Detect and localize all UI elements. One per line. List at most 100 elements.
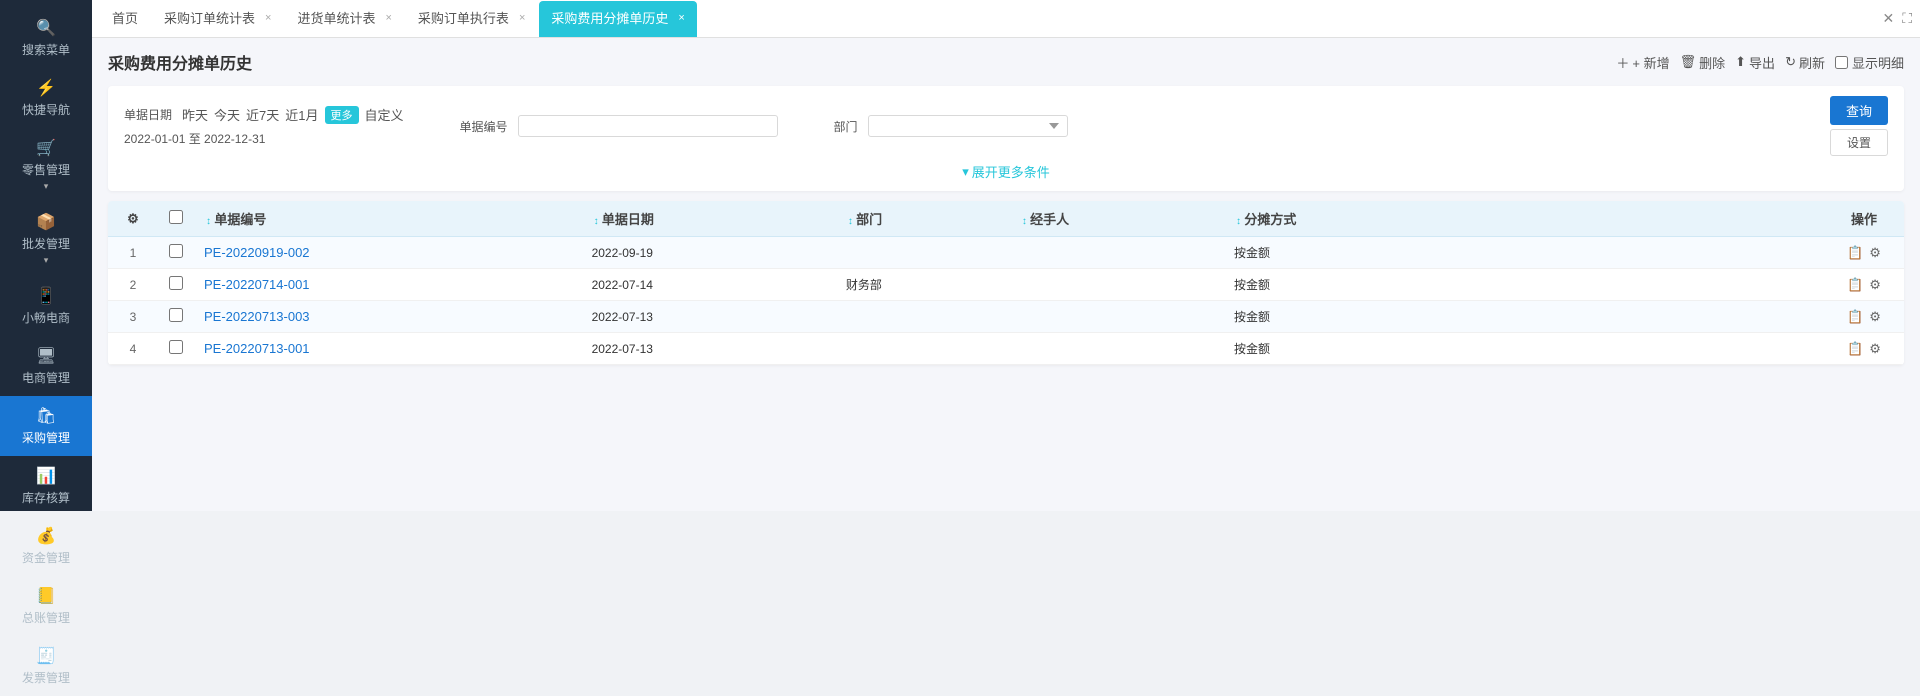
col-header-doc-no: ↕ 单据编号 — [194, 201, 582, 237]
sidebar-item-purchase[interactable]: 🛍 采购管理 — [0, 396, 92, 456]
row-checkbox[interactable] — [169, 340, 183, 354]
refresh-button[interactable]: ↻ 刷新 — [1785, 53, 1825, 72]
shortcut-more[interactable]: 更多 — [325, 106, 359, 124]
setting-button[interactable]: 设置 — [1830, 129, 1888, 156]
shortcut-7days[interactable]: 近7天 — [246, 105, 279, 124]
close-icon[interactable]: × — [265, 12, 271, 24]
doc-no-input[interactable] — [518, 115, 778, 137]
row-checkbox[interactable] — [169, 276, 183, 290]
doc-no-filter-group: 单据编号 — [460, 115, 778, 137]
row-seq: 3 — [108, 301, 158, 333]
more-icon[interactable]: ⚙ — [1869, 277, 1881, 293]
sort-icon[interactable]: ↕ — [848, 216, 853, 227]
doc-no-link[interactable]: PE-20220713-001 — [204, 341, 310, 356]
purchase-icon: 🛍 — [36, 406, 56, 426]
export-button[interactable]: ⬆ 导出 — [1735, 53, 1775, 72]
row-split-method: 按金额 — [1224, 333, 1824, 365]
shortcut-today[interactable]: 今天 — [214, 105, 240, 124]
doc-no-link[interactable]: PE-20220713-003 — [204, 309, 310, 324]
sidebar-item-ecommerce[interactable]: 🖥 电商管理 — [0, 336, 92, 396]
gear-icon[interactable]: ⚙ — [127, 211, 139, 226]
row-doc-no: PE-20220713-003 — [194, 301, 582, 333]
filter-row-1: 单据日期 昨天 今天 近7天 近1月 更多 自定义 2022-01-01 至 2… — [124, 96, 1888, 156]
show-detail-label: 显示明细 — [1852, 53, 1904, 72]
show-detail-checkbox[interactable]: 显示明细 — [1835, 53, 1904, 72]
view-icon[interactable]: 📋 — [1847, 277, 1863, 293]
tab-home[interactable]: 首页 — [100, 1, 150, 37]
more-icon[interactable]: ⚙ — [1869, 245, 1881, 261]
invoice-icon: 🧾 — [36, 646, 56, 666]
sort-icon[interactable]: ↕ — [1236, 216, 1241, 227]
more-icon[interactable]: ⚙ — [1869, 341, 1881, 357]
close-icon[interactable]: × — [678, 12, 684, 24]
sidebar-item-quicknav[interactable]: ⚡ 快捷导航 — [0, 68, 92, 128]
tab-purchase-instock-stats[interactable]: 进货单统计表 × — [285, 1, 403, 37]
close-icon[interactable]: × — [519, 12, 525, 24]
date-filter-group: 单据日期 昨天 今天 近7天 近1月 更多 自定义 2022-01-01 至 2… — [124, 105, 404, 147]
wholesale-icon: 📦 — [36, 212, 56, 232]
row-checkbox[interactable] — [169, 244, 183, 258]
sort-icon[interactable]: ↕ — [1022, 216, 1027, 227]
row-handler — [1010, 333, 1224, 365]
row-seq: 4 — [108, 333, 158, 365]
more-icon[interactable]: ⚙ — [1869, 309, 1881, 325]
sidebar-item-ledger[interactable]: 📒 总账管理 — [0, 576, 92, 636]
table-body: 1 PE-20220919-002 2022-09-19 按金额 📋 ⚙ 2 — [108, 237, 1904, 365]
show-detail-input[interactable] — [1835, 56, 1848, 69]
query-button[interactable]: 查询 — [1830, 96, 1888, 125]
sidebar-item-wholesale[interactable]: 📦 批发管理 ▾ — [0, 202, 92, 276]
finance-icon: 💰 — [36, 526, 56, 546]
row-dept — [836, 237, 1010, 269]
tab-purchase-order-stats[interactable]: 采购订单统计表 × — [152, 1, 283, 37]
row-action: 📋 ⚙ — [1824, 333, 1904, 365]
sidebar-item-label: 采购管理 — [22, 429, 70, 446]
sidebar-item-label: 库存核算 — [22, 489, 70, 506]
refresh-label: 刷新 — [1799, 53, 1825, 72]
shortcut-yesterday[interactable]: 昨天 — [182, 105, 208, 124]
row-action: 📋 ⚙ — [1824, 269, 1904, 301]
shortcut-1month[interactable]: 近1月 — [285, 105, 318, 124]
sort-icon[interactable]: ↕ — [594, 216, 599, 227]
delete-icon: 🗑 — [1680, 54, 1697, 70]
doc-no-link[interactable]: PE-20220714-001 — [204, 277, 310, 292]
action-icons-group: 📋 ⚙ — [1834, 245, 1894, 261]
add-button[interactable]: ＋ + 新增 — [1616, 53, 1669, 72]
delete-button[interactable]: 🗑 删除 — [1680, 53, 1726, 72]
export-label: 导出 — [1749, 53, 1775, 72]
sidebar-item-invoice[interactable]: 🧾 发票管理 — [0, 636, 92, 696]
table-row: 3 PE-20220713-003 2022-07-13 按金额 📋 ⚙ — [108, 301, 1904, 333]
sort-icon[interactable]: ↕ — [206, 216, 211, 227]
shortcut-custom[interactable]: 自定义 — [365, 105, 404, 124]
sidebar-item-label: 发票管理 — [22, 669, 70, 686]
doc-no-link[interactable]: PE-20220919-002 — [204, 245, 310, 260]
date-range-display: 2022-01-01 至 2022-12-31 — [124, 130, 404, 147]
sidebar-item-mobile[interactable]: 📱 小畅电商 — [0, 276, 92, 336]
sidebar-item-inventory[interactable]: 📊 库存核算 — [0, 456, 92, 516]
sidebar-item-finance[interactable]: 💰 资金管理 — [0, 516, 92, 576]
expand-more-button[interactable]: ▾ 展开更多条件 — [962, 162, 1050, 181]
row-dept: 财务部 — [836, 269, 1010, 301]
row-checkbox[interactable] — [169, 308, 183, 322]
sidebar: 🔍 搜索菜单 ⚡ 快捷导航 🛒 零售管理 ▾ 📦 批发管理 ▾ 📱 小畅电商 🖥… — [0, 0, 92, 511]
maximize-icon[interactable]: ⛶ — [1902, 10, 1912, 27]
view-icon[interactable]: 📋 — [1847, 245, 1863, 261]
sidebar-item-retail[interactable]: 🛒 零售管理 ▾ — [0, 128, 92, 202]
search-icon: 🔍 — [36, 18, 56, 38]
close-window-icon[interactable]: ✕ — [1882, 10, 1894, 27]
view-icon[interactable]: 📋 — [1847, 309, 1863, 325]
row-action: 📋 ⚙ — [1824, 301, 1904, 333]
expand-more-row: ▾ 展开更多条件 — [124, 162, 1888, 181]
view-icon[interactable]: 📋 — [1847, 341, 1863, 357]
main-area: 首页 采购订单统计表 × 进货单统计表 × 采购订单执行表 × 采购费用分摊单历… — [92, 0, 1920, 511]
dept-select[interactable] — [868, 115, 1068, 137]
row-doc-date: 2022-07-13 — [582, 333, 836, 365]
row-dept — [836, 301, 1010, 333]
sidebar-item-search[interactable]: 🔍 搜索菜单 — [0, 8, 92, 68]
close-icon[interactable]: × — [385, 12, 391, 24]
col-header-seq: ⚙ — [108, 201, 158, 237]
tab-purchase-cost-history[interactable]: 采购费用分摊单历史 × — [539, 1, 696, 37]
select-all-checkbox[interactable] — [169, 210, 183, 224]
table-row: 1 PE-20220919-002 2022-09-19 按金额 📋 ⚙ — [108, 237, 1904, 269]
tab-purchase-order-exec[interactable]: 采购订单执行表 × — [406, 1, 537, 37]
col-header-split-method: ↕ 分摊方式 — [1224, 201, 1824, 237]
